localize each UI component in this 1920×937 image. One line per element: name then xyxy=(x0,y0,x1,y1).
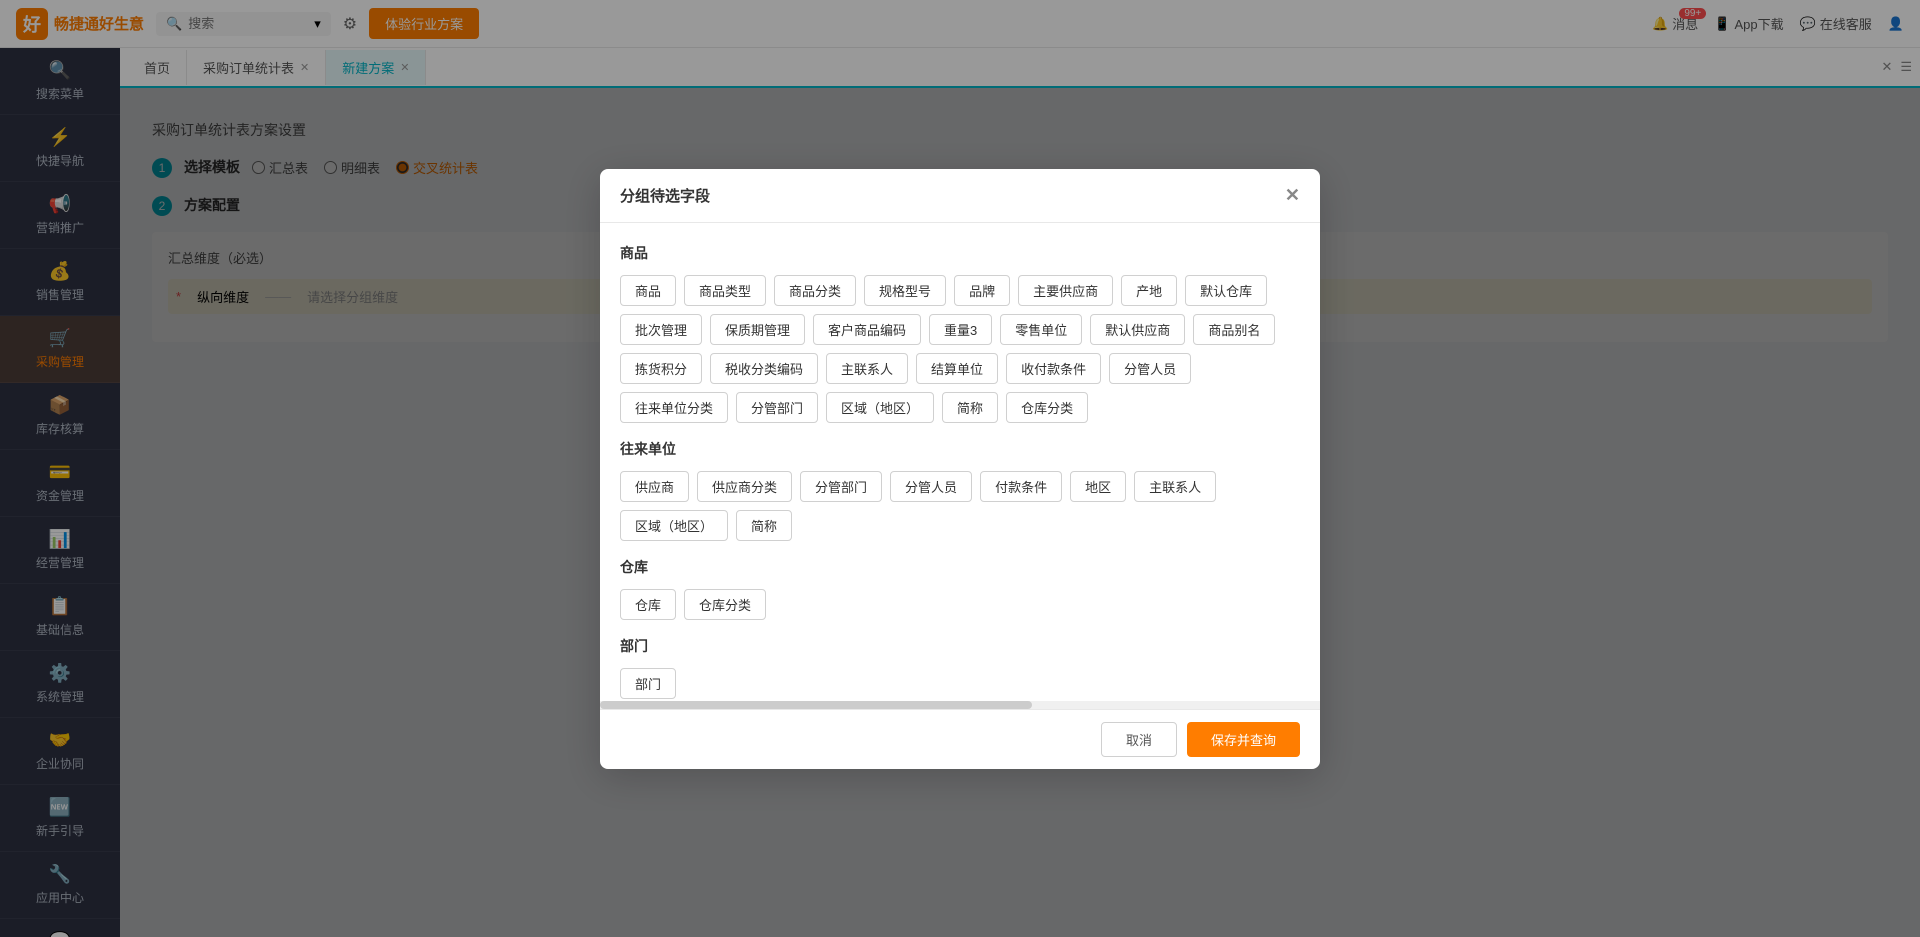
tag-goods-10[interactable]: 客户商品编码 xyxy=(813,314,921,345)
tag-partner-4[interactable]: 付款条件 xyxy=(980,471,1062,502)
tag-goods-18[interactable]: 结算单位 xyxy=(916,353,998,384)
tag-partner-2[interactable]: 分管部门 xyxy=(800,471,882,502)
tag-partner-3[interactable]: 分管人员 xyxy=(890,471,972,502)
tag-goods-7[interactable]: 默认仓库 xyxy=(1185,275,1267,306)
tag-goods-23[interactable]: 区域（地区） xyxy=(826,392,934,423)
tag-warehouse-0[interactable]: 仓库 xyxy=(620,589,676,620)
tag-partner-7[interactable]: 区域（地区） xyxy=(620,510,728,541)
tag-group-goods: 商品商品类型商品分类规格型号品牌主要供应商产地默认仓库批次管理保质期管理客户商品… xyxy=(620,275,1300,423)
section-title-department: 部门 xyxy=(620,636,1300,656)
tag-group-warehouse: 仓库仓库分类 xyxy=(620,589,1300,620)
tag-group-department: 部门 xyxy=(620,668,1300,699)
tag-goods-15[interactable]: 拣货积分 xyxy=(620,353,702,384)
tag-goods-21[interactable]: 往来单位分类 xyxy=(620,392,728,423)
tag-goods-12[interactable]: 零售单位 xyxy=(1000,314,1082,345)
tag-warehouse-1[interactable]: 仓库分类 xyxy=(684,589,766,620)
tag-goods-3[interactable]: 规格型号 xyxy=(864,275,946,306)
tag-partner-8[interactable]: 简称 xyxy=(736,510,792,541)
modal-overlay: 分组待选字段 ✕ 商品商品商品类型商品分类规格型号品牌主要供应商产地默认仓库批次… xyxy=(0,0,1920,937)
modal-footer: 取消 保存并查询 xyxy=(600,709,1320,769)
tag-goods-2[interactable]: 商品分类 xyxy=(774,275,856,306)
tag-department-0[interactable]: 部门 xyxy=(620,668,676,699)
section-title-partner: 往来单位 xyxy=(620,439,1300,459)
horizontal-scrollbar[interactable] xyxy=(600,701,1320,709)
tag-partner-6[interactable]: 主联系人 xyxy=(1134,471,1216,502)
tag-goods-14[interactable]: 商品别名 xyxy=(1193,314,1275,345)
tag-goods-19[interactable]: 收付款条件 xyxy=(1006,353,1101,384)
tag-goods-25[interactable]: 仓库分类 xyxy=(1006,392,1088,423)
modal-header: 分组待选字段 ✕ xyxy=(600,169,1320,223)
tag-goods-20[interactable]: 分管人员 xyxy=(1109,353,1191,384)
tag-goods-5[interactable]: 主要供应商 xyxy=(1018,275,1113,306)
tag-goods-0[interactable]: 商品 xyxy=(620,275,676,306)
tag-goods-1[interactable]: 商品类型 xyxy=(684,275,766,306)
section-title-goods: 商品 xyxy=(620,243,1300,263)
scrollbar-track xyxy=(600,701,1320,709)
tag-goods-17[interactable]: 主联系人 xyxy=(826,353,908,384)
scrollbar-thumb[interactable] xyxy=(600,701,1032,709)
section-title-warehouse: 仓库 xyxy=(620,557,1300,577)
confirm-button[interactable]: 保存并查询 xyxy=(1187,722,1300,757)
tag-goods-11[interactable]: 重量3 xyxy=(929,314,992,345)
tag-goods-24[interactable]: 简称 xyxy=(942,392,998,423)
modal: 分组待选字段 ✕ 商品商品商品类型商品分类规格型号品牌主要供应商产地默认仓库批次… xyxy=(600,169,1320,769)
tag-goods-13[interactable]: 默认供应商 xyxy=(1090,314,1185,345)
tag-goods-16[interactable]: 税收分类编码 xyxy=(710,353,818,384)
tag-partner-5[interactable]: 地区 xyxy=(1070,471,1126,502)
cancel-button[interactable]: 取消 xyxy=(1101,722,1177,757)
tag-goods-6[interactable]: 产地 xyxy=(1121,275,1177,306)
tag-goods-8[interactable]: 批次管理 xyxy=(620,314,702,345)
tag-partner-0[interactable]: 供应商 xyxy=(620,471,689,502)
tag-goods-4[interactable]: 品牌 xyxy=(954,275,1010,306)
modal-close-button[interactable]: ✕ xyxy=(1285,185,1300,206)
tag-goods-9[interactable]: 保质期管理 xyxy=(710,314,805,345)
tag-partner-1[interactable]: 供应商分类 xyxy=(697,471,792,502)
modal-title: 分组待选字段 xyxy=(620,185,710,206)
tag-goods-22[interactable]: 分管部门 xyxy=(736,392,818,423)
tag-group-partner: 供应商供应商分类分管部门分管人员付款条件地区主联系人区域（地区） 简称 xyxy=(620,471,1300,541)
modal-body[interactable]: 商品商品商品类型商品分类规格型号品牌主要供应商产地默认仓库批次管理保质期管理客户… xyxy=(600,223,1320,701)
